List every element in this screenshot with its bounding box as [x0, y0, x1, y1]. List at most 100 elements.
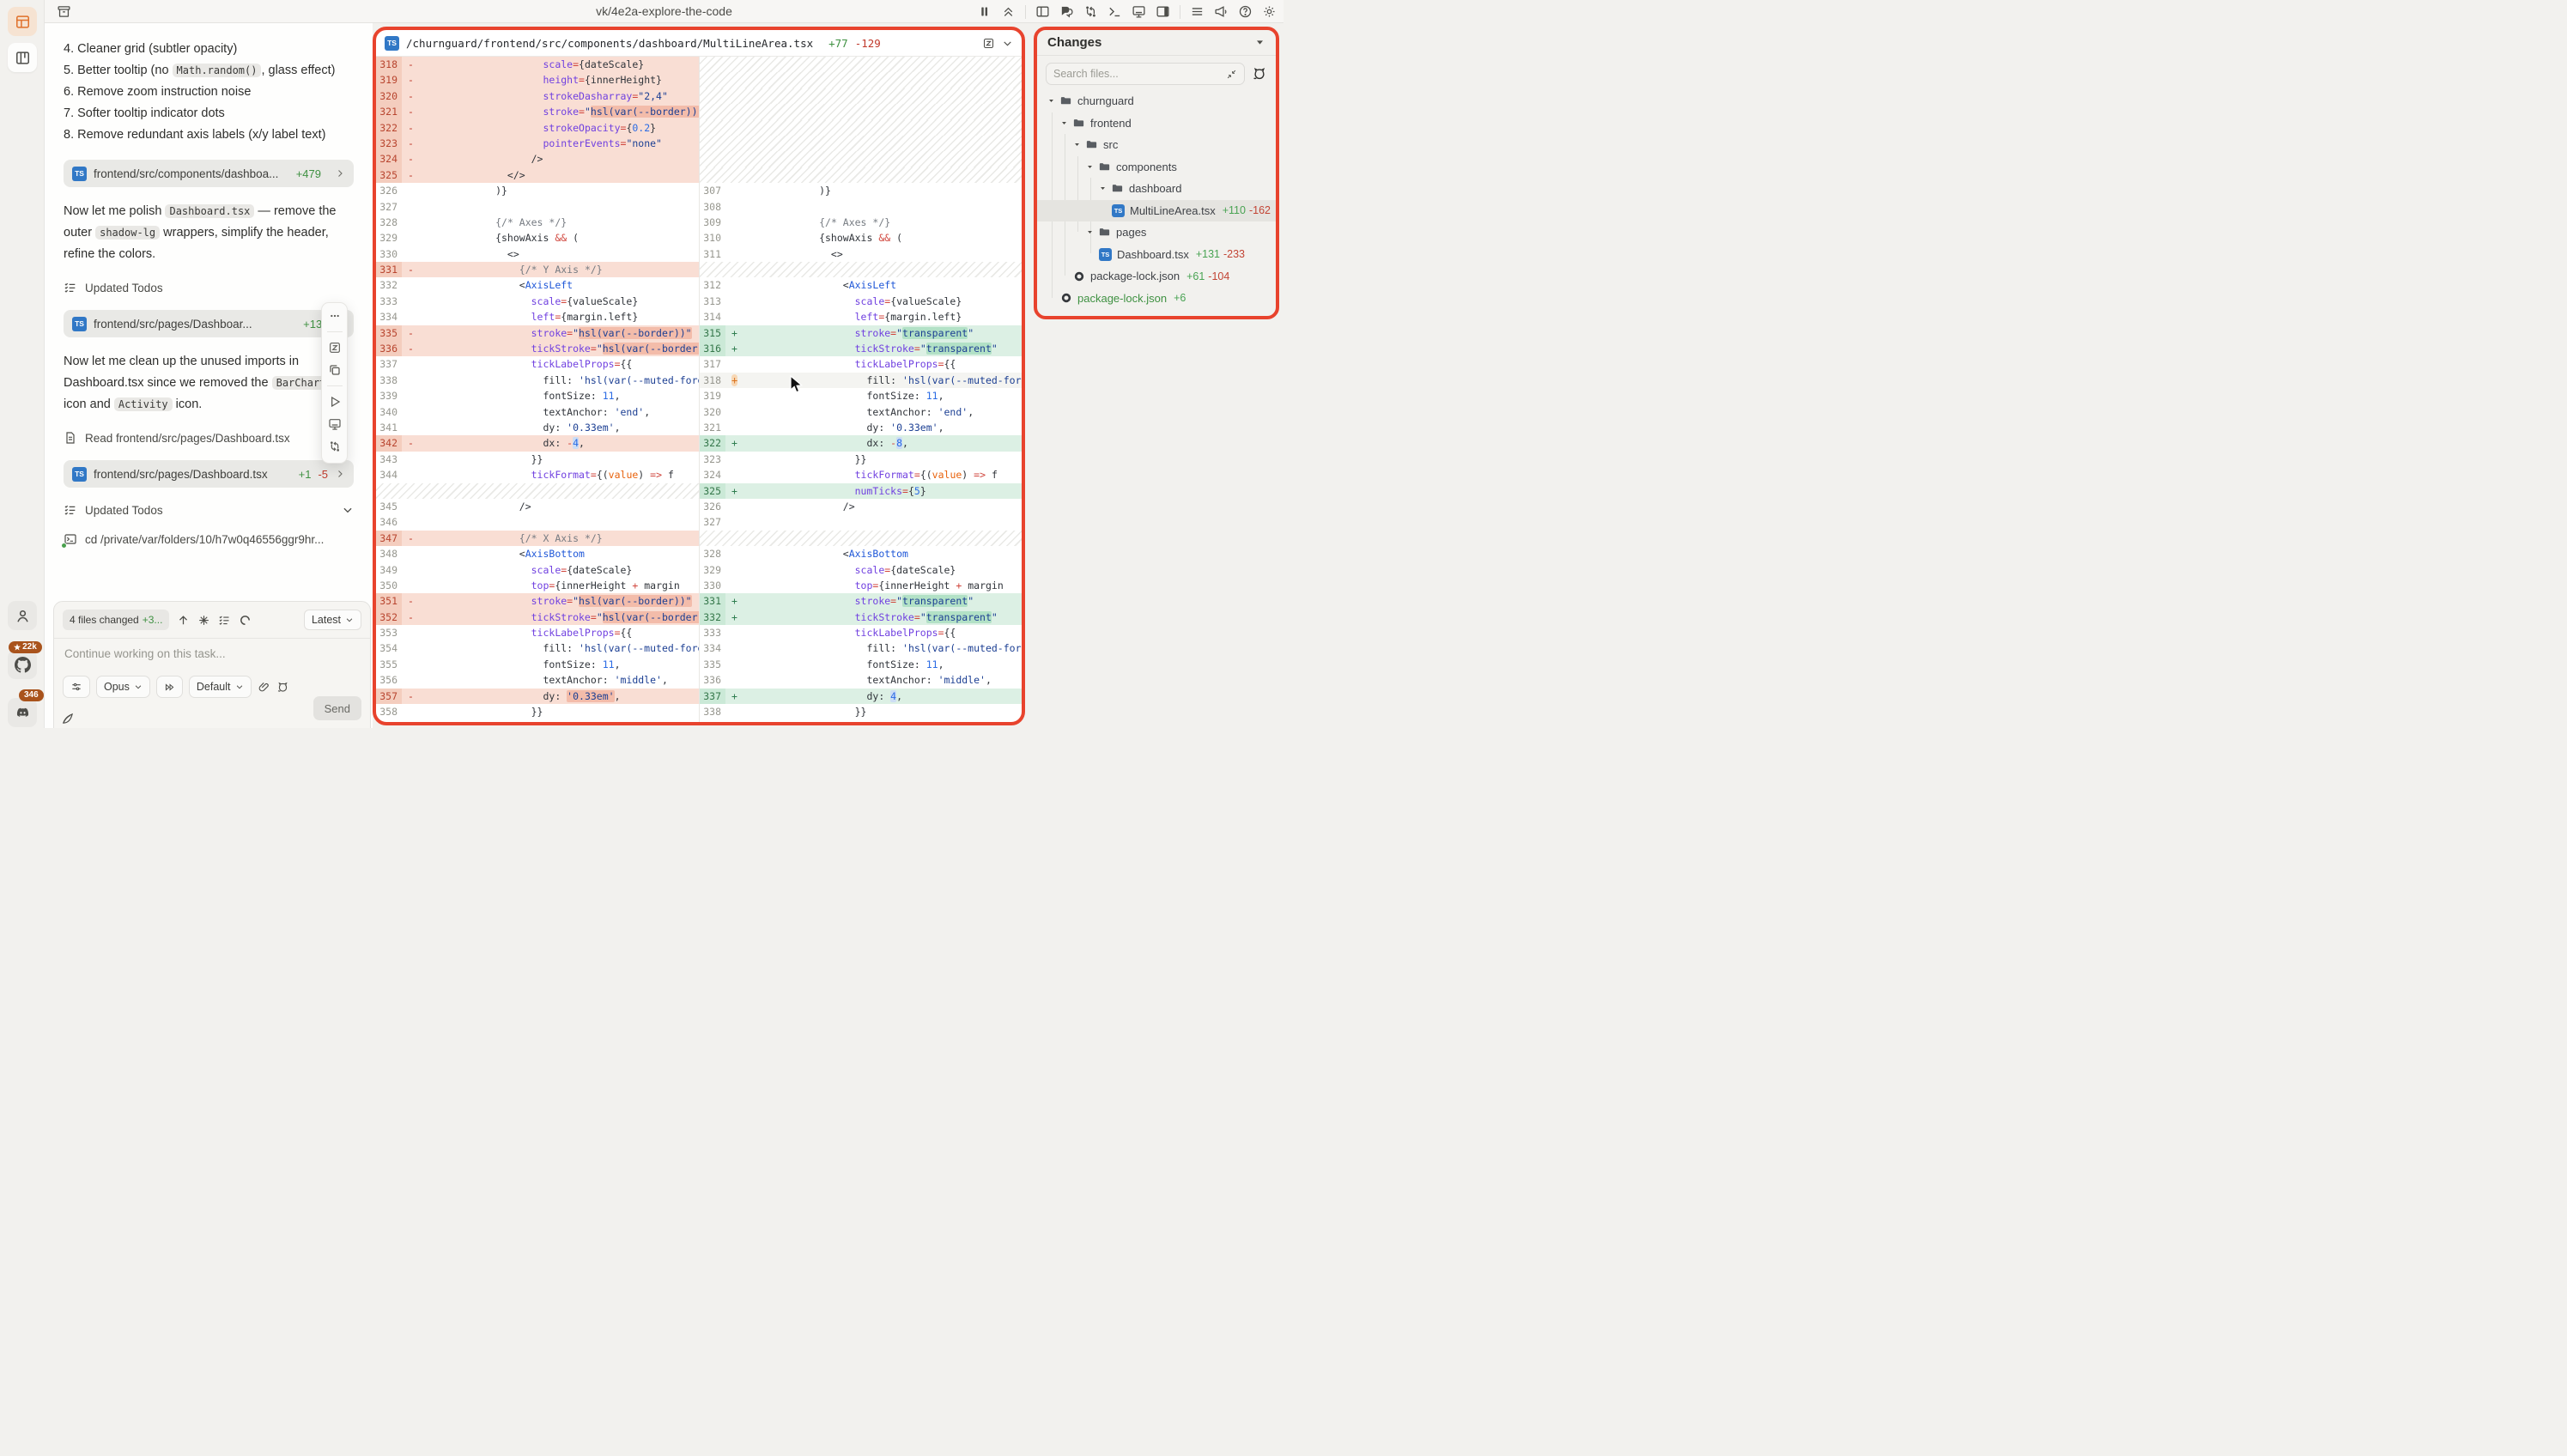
- diff-row: [700, 167, 1022, 183]
- collapse-diff-icon[interactable]: [1002, 38, 1013, 49]
- collapse-tree-icon[interactable]: [1226, 69, 1237, 80]
- diff-sign: [725, 672, 744, 688]
- code-line: left={margin.left}: [421, 309, 699, 325]
- quill-icon[interactable]: [61, 711, 76, 725]
- tool-label: Updated Todos: [85, 282, 163, 294]
- file-edit-chip[interactable]: TSfrontend/src/pages/Dashboard.tsx+1-5: [64, 460, 354, 488]
- spark-icon[interactable]: [197, 614, 210, 627]
- latest-dropdown[interactable]: Latest: [304, 610, 361, 630]
- tool-call-row[interactable]: Updated Todos: [64, 503, 354, 517]
- tree-folder-src[interactable]: src: [1037, 134, 1276, 156]
- scroll-up-icon[interactable]: [177, 614, 190, 627]
- rail-discord-button[interactable]: [8, 698, 37, 727]
- line-number: 341: [376, 420, 402, 435]
- diff-sign: [402, 452, 421, 467]
- tree-folder-components[interactable]: components: [1037, 156, 1276, 179]
- terminal-icon[interactable]: [1108, 4, 1122, 19]
- code-line: {/* Axes */}: [744, 215, 1022, 230]
- chevron-down-icon: [134, 682, 143, 691]
- git-compare-icon[interactable]: [1083, 4, 1098, 19]
- settings-icon[interactable]: [1262, 4, 1277, 19]
- zed-icon[interactable]: [328, 341, 342, 355]
- attach-icon[interactable]: [258, 681, 270, 694]
- pause-icon[interactable]: [977, 4, 992, 19]
- monitor-icon[interactable]: [1132, 4, 1146, 19]
- megaphone-icon[interactable]: [1214, 4, 1229, 19]
- diff-sign: [402, 246, 421, 262]
- changes-header[interactable]: Changes: [1037, 30, 1276, 56]
- tree-folder-dashboard[interactable]: dashboard: [1037, 178, 1276, 200]
- diff-deletions: -129: [855, 37, 881, 50]
- play-icon[interactable]: [328, 395, 342, 409]
- top-bar: vk/4e2a-explore-the-code: [45, 0, 1284, 23]
- search-files-input[interactable]: Search files...: [1046, 63, 1245, 85]
- file-name: dashboard: [1129, 182, 1181, 195]
- files-changed-chip[interactable]: 4 files changed+3...: [63, 610, 169, 630]
- file-name: components: [1116, 161, 1177, 173]
- code-line: numTicks={5}: [744, 483, 1022, 499]
- open-in-editor-icon[interactable]: [982, 37, 995, 50]
- diff-sign: +: [725, 373, 744, 388]
- tree-folder-frontend[interactable]: frontend: [1037, 112, 1276, 135]
- diff-row: 322+ dx: -8,: [700, 435, 1022, 451]
- diff-row: 317 tickLabelProps={{: [700, 356, 1022, 372]
- tree-file-MultiLineArea.tsx[interactable]: TSMultiLineArea.tsx+110-162: [1037, 200, 1276, 222]
- tree-folder-churnguard[interactable]: churnguard: [1037, 90, 1276, 112]
- settings-sliders-button[interactable]: [63, 676, 90, 698]
- code-line: <>: [744, 246, 1022, 262]
- drag-handle-icon[interactable]: [328, 309, 342, 323]
- line-number: 345: [376, 499, 402, 514]
- help-icon[interactable]: [1238, 4, 1253, 19]
- deletions: -104: [1208, 270, 1229, 282]
- tree-folder-pages[interactable]: pages: [1037, 221, 1276, 244]
- chat-bubbles-icon[interactable]: [1059, 4, 1074, 19]
- add-comment-button[interactable]: +: [731, 374, 737, 386]
- diff-row: 332+ tickStroke="transparent": [700, 610, 1022, 625]
- rail-layout-button[interactable]: [8, 7, 37, 36]
- line-number: 334: [376, 309, 402, 325]
- code-line: tickLabelProps={{: [744, 356, 1022, 372]
- send-button[interactable]: Send: [313, 696, 361, 720]
- tool-call-row[interactable]: Updated Todos: [64, 281, 354, 294]
- github-stars-badge: ★22k: [9, 641, 42, 653]
- diff-row: 320- strokeDasharray="2,4": [376, 88, 699, 104]
- rail-kanban-button[interactable]: [8, 43, 37, 72]
- cat-icon[interactable]: [276, 681, 289, 694]
- code-line: tickFormat={(value) => t: [421, 719, 699, 722]
- diff-row: 319 fontSize: 11,: [700, 388, 1022, 403]
- file-edit-chip[interactable]: TSfrontend/src/pages/Dashboar...+130-2: [64, 310, 354, 337]
- line-number: 349: [376, 562, 402, 578]
- diff-row: 343 }}: [376, 452, 699, 467]
- rail-account-button[interactable]: [8, 601, 37, 630]
- copy-icon[interactable]: [328, 363, 342, 377]
- github-cat-icon[interactable]: [1252, 66, 1267, 82]
- text-run: icon.: [173, 397, 203, 411]
- monitor-icon[interactable]: [328, 417, 342, 431]
- mode-dropdown[interactable]: Default: [189, 676, 252, 698]
- panel-right-icon[interactable]: [1156, 4, 1170, 19]
- fast-forward-icon: [164, 682, 175, 693]
- model-dropdown[interactable]: Opus: [96, 676, 150, 698]
- tree-file-package-lock.json[interactable]: package-lock.json+6: [1037, 288, 1276, 310]
- diff-sign: -: [402, 689, 421, 704]
- inline-code: Dashboard.tsx: [165, 204, 254, 218]
- rail-github-button[interactable]: [8, 650, 37, 679]
- todos-icon[interactable]: [218, 614, 231, 627]
- diff-sign: [725, 199, 744, 215]
- additions: +479: [296, 167, 321, 180]
- tree-file-package-lock.json[interactable]: package-lock.json+61-104: [1037, 265, 1276, 288]
- line-number: 335: [376, 325, 402, 341]
- panel-left-icon[interactable]: [1035, 4, 1050, 19]
- tool-call-row[interactable]: Read frontend/src/pages/Dashboard.tsx: [64, 431, 354, 445]
- chevrons-up-icon[interactable]: [1001, 4, 1016, 19]
- message-input[interactable]: Continue working on this task...: [54, 639, 370, 669]
- tool-call-row[interactable]: cd /private/var/folders/10/h7w0q46556ggr…: [64, 532, 354, 546]
- line-number: 336: [700, 672, 725, 688]
- diff-row: 324 tickFormat={(value) => f: [700, 467, 1022, 482]
- file-edit-chip[interactable]: TSfrontend/src/components/dashboa...+479: [64, 160, 354, 187]
- git-compare-icon[interactable]: [328, 440, 342, 453]
- menu-icon[interactable]: [1190, 4, 1205, 19]
- code-line: scale={valueScale}: [421, 294, 699, 309]
- tree-file-Dashboard.tsx[interactable]: TSDashboard.tsx+131-233: [1037, 244, 1276, 266]
- fast-forward-button[interactable]: [156, 676, 183, 698]
